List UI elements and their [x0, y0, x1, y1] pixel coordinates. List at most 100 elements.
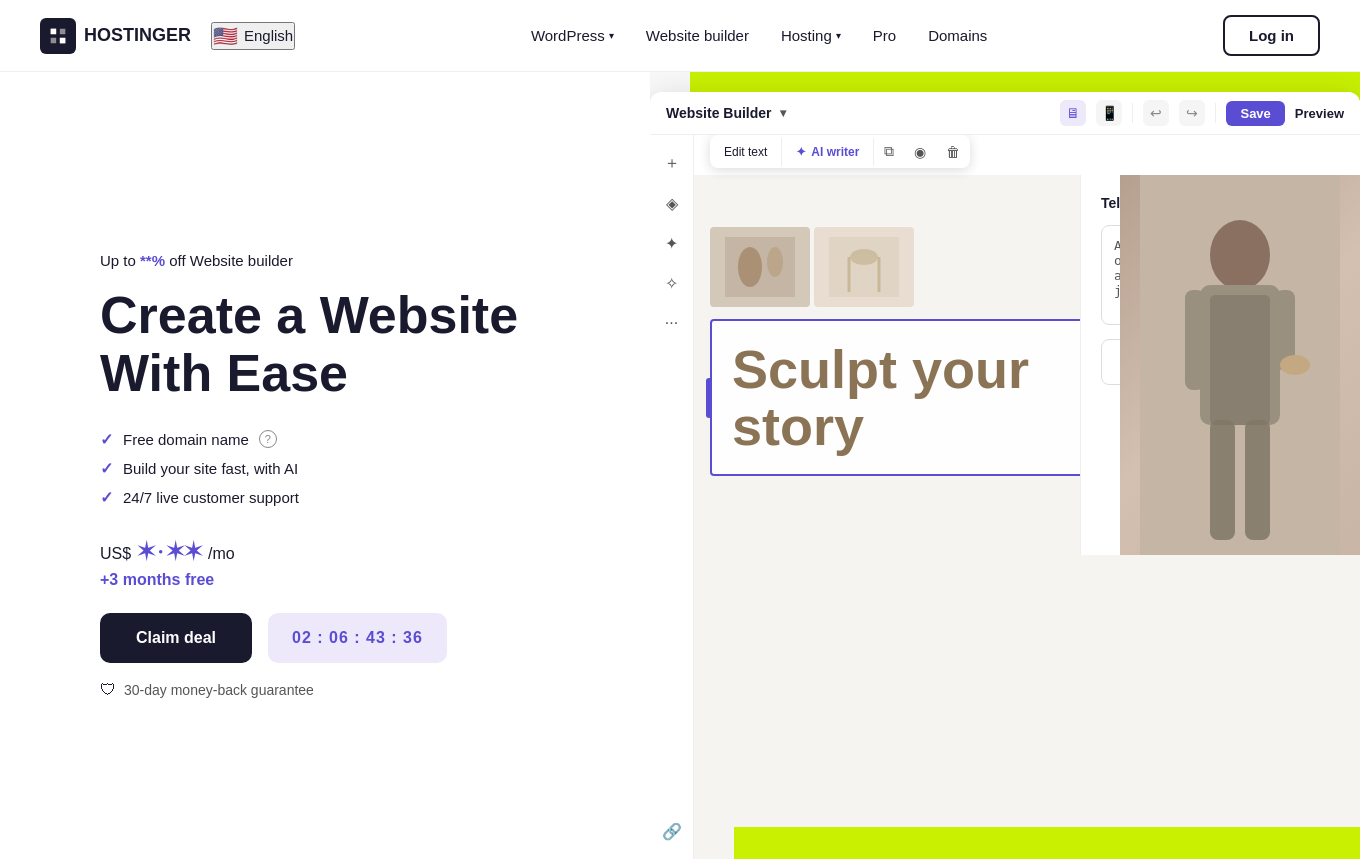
- nav-pro[interactable]: Pro: [873, 27, 896, 44]
- nav-wordpress[interactable]: WordPress ▾: [531, 27, 614, 44]
- price-display: ✶ ● ✶✶: [137, 539, 202, 565]
- info-icon[interactable]: ?: [259, 430, 277, 448]
- countdown-timer: 02 : 06 : 43 : 36: [268, 613, 447, 663]
- guarantee-text: 30-day money-back guarantee: [124, 682, 314, 698]
- nav-hosting-label: Hosting: [781, 27, 832, 44]
- builder-canvas: Spin & Glaze: [694, 135, 1360, 859]
- logo-text: HOSTINGER: [84, 25, 191, 46]
- desktop-view-icon[interactable]: 🖥: [1060, 100, 1086, 126]
- pottery-image-2: [829, 237, 899, 297]
- toolbar-separator-2: [1215, 103, 1216, 123]
- shield-icon: 🛡: [100, 681, 116, 699]
- price-dot: ●: [158, 547, 163, 556]
- claim-deal-button[interactable]: Claim deal: [100, 613, 252, 663]
- navbar: HOSTINGER 🇺🇸 English WordPress ▾ Website…: [0, 0, 1360, 72]
- logo[interactable]: HOSTINGER: [40, 18, 191, 54]
- thumbnail-2: [814, 227, 914, 307]
- browser-toolbar: Website Builder ▾ 🖥 📱 ↩ ↪ Save Preview: [650, 92, 1360, 135]
- preview-icon[interactable]: ◉: [904, 136, 936, 168]
- feature-support-text: 24/7 live customer support: [123, 489, 299, 506]
- resize-handle-left[interactable]: [706, 378, 712, 418]
- edit-toolbar: Edit text ✦ AI writer ⧉ ◉ 🗑: [710, 135, 970, 168]
- site-photo-area: [1120, 175, 1360, 555]
- duplicate-icon[interactable]: ⧉: [874, 135, 904, 168]
- check-icon-1: ✓: [100, 430, 113, 449]
- offer-badge: Up to **% off Website builder: [100, 252, 610, 269]
- per-month-label: /mo: [208, 545, 235, 563]
- edit-text-button[interactable]: Edit text: [710, 137, 781, 167]
- features-list: ✓ Free domain name ? ✓ Build your site f…: [100, 430, 610, 507]
- builder-body: ＋ ◈ ✦ ✧ ··· 🔗 Spin & Glaze: [650, 135, 1360, 859]
- builder-preview-section: Website Builder ▾ 🖥 📱 ↩ ↪ Save Preview: [650, 72, 1360, 859]
- toolbar-left: Website Builder ▾: [666, 105, 786, 121]
- nav-website-builder[interactable]: Website builder: [646, 27, 749, 44]
- lime-accent-bottom: [734, 827, 1360, 859]
- currency-label: US$: [100, 545, 131, 563]
- svg-point-4: [850, 249, 878, 265]
- mobile-view-icon[interactable]: 📱: [1096, 100, 1122, 126]
- svg-point-1: [738, 247, 762, 287]
- chevron-down-icon: ▾: [609, 30, 614, 41]
- feature-support: ✓ 24/7 live customer support: [100, 488, 610, 507]
- undo-icon[interactable]: ↩: [1143, 100, 1169, 126]
- sidebar-link-icon[interactable]: 🔗: [656, 815, 688, 847]
- nav-hosting[interactable]: Hosting ▾: [781, 27, 841, 44]
- nav-left: HOSTINGER 🇺🇸 English: [40, 18, 295, 54]
- offer-suffix: off Website builder: [165, 252, 293, 269]
- builder-site-name: Website Builder: [666, 105, 772, 121]
- site-text-area: Edit text ✦ AI writer ⧉ ◉ 🗑: [694, 175, 1120, 555]
- price-row: US$ ✶ ● ✶✶ /mo: [100, 539, 610, 565]
- nav-domains[interactable]: Domains: [928, 27, 987, 44]
- price-star-1: ✶: [137, 539, 155, 565]
- offer-text: Up to: [100, 252, 140, 269]
- delete-icon[interactable]: 🗑: [936, 136, 970, 168]
- offer-highlight: **%: [140, 252, 165, 269]
- nav-pro-label: Pro: [873, 27, 896, 44]
- pottery-image-1: [725, 237, 795, 297]
- svg-rect-12: [1210, 420, 1235, 540]
- toolbar-separator: [1132, 103, 1133, 123]
- ai-sparkle-icon: ✦: [796, 145, 806, 159]
- save-button[interactable]: Save: [1226, 101, 1284, 126]
- hero-sculpt-text: Sculpt your story: [732, 341, 1082, 454]
- feature-free-domain-text: Free domain name: [123, 431, 249, 448]
- language-label: English: [244, 27, 293, 44]
- chevron-down-icon-3: ▾: [780, 106, 786, 120]
- sidebar-layers-icon[interactable]: ◈: [656, 187, 688, 219]
- svg-rect-3: [829, 237, 899, 297]
- sidebar-more-icon[interactable]: ···: [656, 307, 688, 339]
- ai-writer-button[interactable]: ✦ AI writer: [782, 137, 873, 167]
- site-main-area: Edit text ✦ AI writer ⧉ ◉ 🗑: [694, 175, 1360, 555]
- login-button[interactable]: Log in: [1223, 15, 1320, 56]
- site-photo-inner: [1120, 175, 1360, 555]
- ai-writer-label: AI writer: [811, 145, 859, 159]
- toolbar-right: 🖥 📱 ↩ ↪ Save Preview: [1060, 100, 1344, 126]
- price-star-2: ✶✶: [166, 539, 202, 565]
- language-selector[interactable]: 🇺🇸 English: [211, 22, 295, 50]
- text-box-selected[interactable]: Sculpt your story: [710, 319, 1104, 476]
- nav-center: WordPress ▾ Website builder Hosting ▾ Pr…: [531, 27, 987, 44]
- sidebar-ai-icon[interactable]: ✦: [656, 227, 688, 259]
- browser-window: Website Builder ▾ 🖥 📱 ↩ ↪ Save Preview: [650, 92, 1360, 859]
- check-icon-2: ✓: [100, 459, 113, 478]
- nav-wordpress-label: WordPress: [531, 27, 605, 44]
- nav-right: Log in: [1223, 15, 1320, 56]
- builder-sidebar: ＋ ◈ ✦ ✧ ··· 🔗: [650, 135, 694, 859]
- svg-rect-14: [1210, 295, 1270, 425]
- sidebar-add-icon[interactable]: ＋: [656, 147, 688, 179]
- redo-icon[interactable]: ↪: [1179, 100, 1205, 126]
- nav-website-builder-label: Website builder: [646, 27, 749, 44]
- hero-title: Create a Website With Ease: [100, 287, 610, 401]
- sidebar-sparkle-icon[interactable]: ✧: [656, 267, 688, 299]
- feature-ai-text: Build your site fast, with AI: [123, 460, 298, 477]
- hero-section: Up to **% off Website builder Create a W…: [0, 72, 650, 859]
- free-months-badge: +3 months free: [100, 571, 610, 589]
- preview-button[interactable]: Preview: [1295, 106, 1344, 121]
- feature-ai: ✓ Build your site fast, with AI: [100, 459, 610, 478]
- svg-rect-10: [1185, 290, 1205, 390]
- canvas-content: Spin & Glaze: [694, 135, 1360, 555]
- cta-row: Claim deal 02 : 06 : 43 : 36: [100, 613, 610, 663]
- image-thumbnails: [710, 227, 1104, 307]
- svg-rect-13: [1245, 420, 1270, 540]
- main-content: Up to **% off Website builder Create a W…: [0, 72, 1360, 859]
